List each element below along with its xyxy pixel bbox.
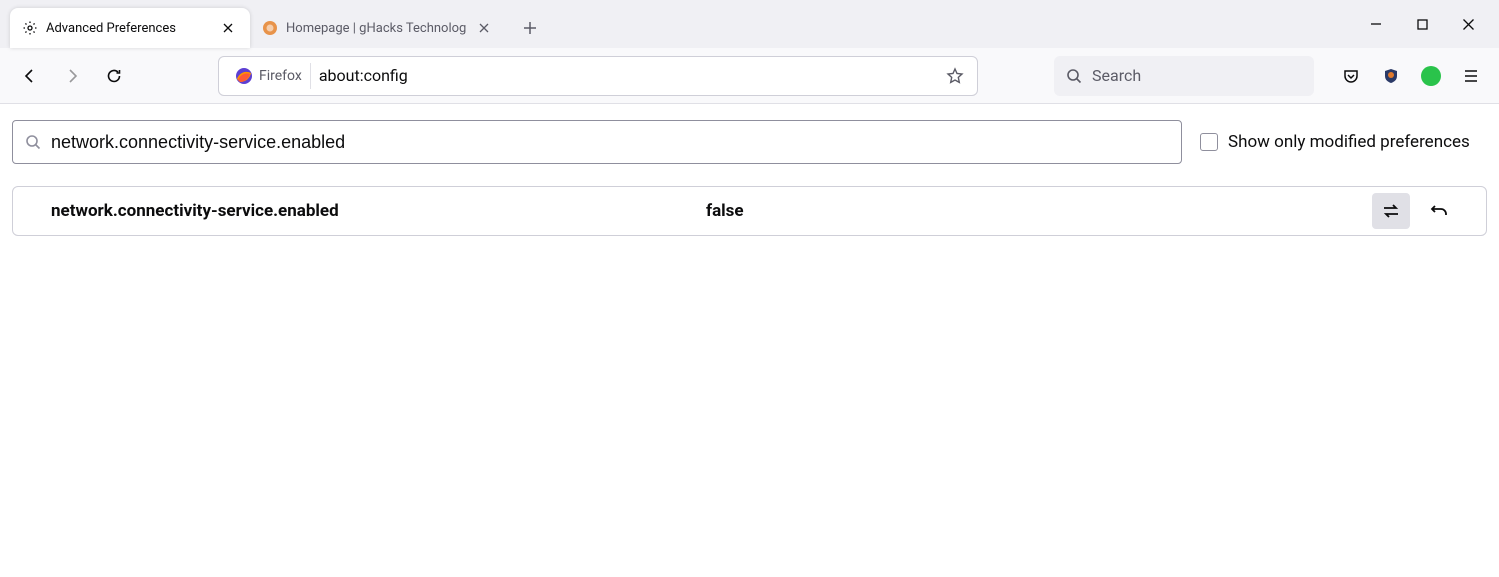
navigation-toolbar: Firefox about:config Search: [0, 48, 1499, 104]
profile-button[interactable]: [1415, 60, 1447, 92]
preference-table: network.connectivity-service.enabled fal…: [12, 186, 1487, 236]
preference-actions: [1372, 193, 1458, 229]
tab-close-button[interactable]: [218, 18, 238, 38]
bookmark-star-button[interactable]: [941, 62, 969, 90]
modified-label: Show only modified preferences: [1228, 132, 1470, 152]
reload-button[interactable]: [96, 58, 132, 94]
back-button[interactable]: [12, 58, 48, 94]
url-text: about:config: [319, 66, 933, 85]
window-maximize-button[interactable]: [1399, 4, 1445, 44]
search-bar[interactable]: Search: [1054, 56, 1314, 96]
window-close-button[interactable]: [1445, 4, 1491, 44]
reset-button[interactable]: [1420, 193, 1458, 229]
tab-close-button[interactable]: [474, 18, 494, 38]
toolbar-actions: [1335, 60, 1487, 92]
toggle-button[interactable]: [1372, 193, 1410, 229]
tab-advanced-preferences[interactable]: Advanced Preferences: [10, 8, 250, 48]
window-minimize-button[interactable]: [1353, 4, 1399, 44]
window-controls: [1353, 0, 1491, 48]
forward-button[interactable]: [54, 58, 90, 94]
search-placeholder: Search: [1092, 66, 1141, 85]
preference-name: network.connectivity-service.enabled: [51, 201, 706, 221]
modified-checkbox[interactable]: [1200, 133, 1218, 151]
preference-value: false: [706, 201, 1372, 221]
identity-label: Firefox: [259, 68, 302, 84]
tab-ghacks[interactable]: Homepage | gHacks Technolog: [250, 8, 506, 48]
tab-title: Homepage | gHacks Technolog: [286, 21, 466, 36]
tab-bar: Advanced Preferences Homepage | gHacks T…: [0, 0, 1499, 48]
search-icon: [25, 134, 41, 150]
new-tab-button[interactable]: [514, 12, 546, 44]
search-row: Show only modified preferences: [12, 120, 1487, 164]
preference-row[interactable]: network.connectivity-service.enabled fal…: [13, 187, 1486, 235]
modified-filter[interactable]: Show only modified preferences: [1200, 132, 1470, 152]
search-icon: [1066, 68, 1082, 84]
profile-avatar-icon: [1421, 66, 1441, 86]
preference-search-box[interactable]: [12, 120, 1182, 164]
extension-shield-icon[interactable]: [1375, 60, 1407, 92]
preference-search-input[interactable]: [51, 132, 1169, 153]
gear-icon: [22, 20, 38, 36]
site-favicon: [262, 20, 278, 36]
tab-title: Advanced Preferences: [46, 21, 210, 36]
identity-box[interactable]: Firefox: [227, 63, 311, 89]
pocket-button[interactable]: [1335, 60, 1367, 92]
app-menu-button[interactable]: [1455, 60, 1487, 92]
url-bar[interactable]: Firefox about:config: [218, 56, 978, 96]
about-config-content: Show only modified preferences network.c…: [0, 104, 1499, 252]
firefox-icon: [235, 67, 253, 85]
